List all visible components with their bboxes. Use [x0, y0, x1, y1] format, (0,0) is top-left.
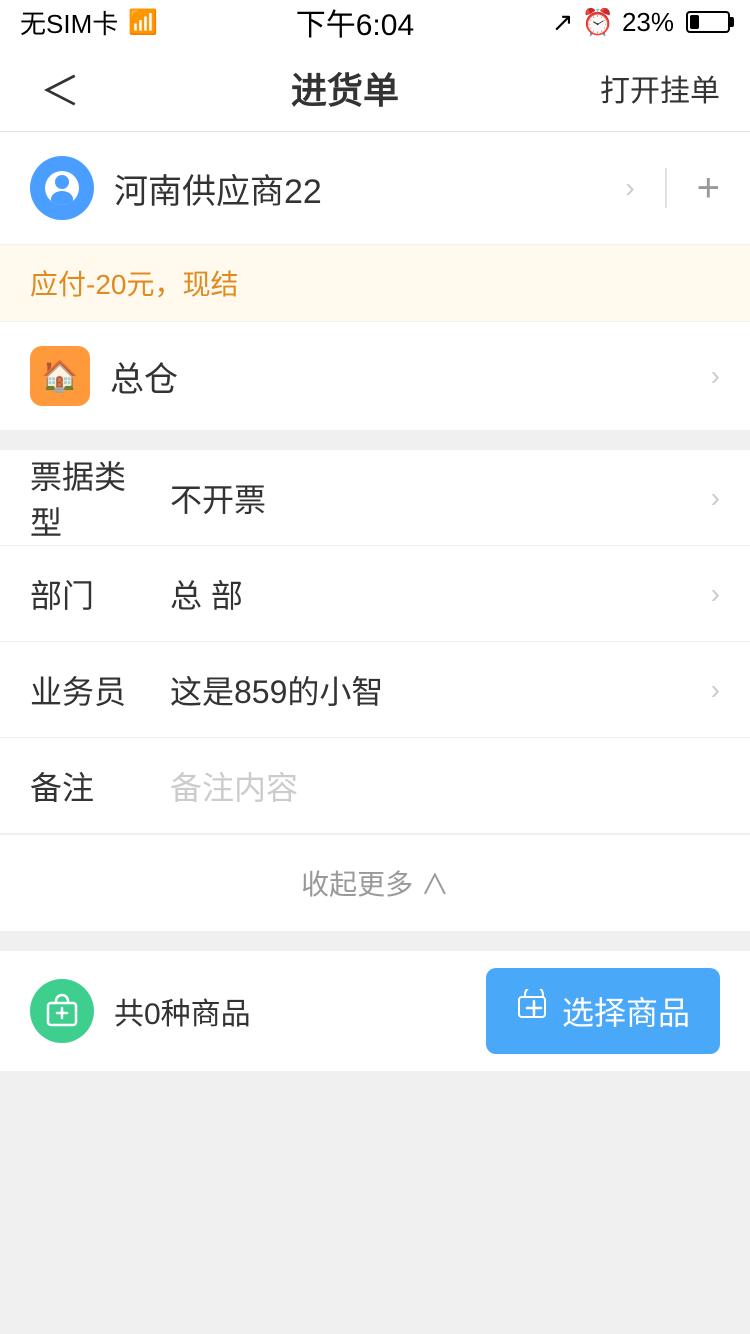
status-right: ↗ ⏰ 23% [552, 7, 730, 38]
location-icon: ↗ [552, 7, 574, 38]
main-content: 河南供应商22 › + 应付-20元，现结 🏠 总仓 › 票据类型 不开票 › … [0, 132, 750, 1334]
page-title: 进货单 [291, 62, 399, 114]
status-time: 下午6:04 [296, 0, 414, 44]
select-product-icon [516, 989, 552, 1033]
salesman-chevron-icon: › [711, 674, 720, 706]
collapse-row[interactable]: 收起更多 ∧ [0, 834, 750, 931]
wifi-icon: 📶 [128, 8, 158, 37]
invoice-type-row[interactable]: 票据类型 不开票 › [0, 450, 750, 546]
department-row[interactable]: 部门 总 部 › [0, 546, 750, 642]
back-button[interactable]: ＜ [30, 49, 90, 127]
salesman-label: 业务员 [30, 667, 150, 713]
salesman-row[interactable]: 业务员 这是859的小智 › [0, 642, 750, 738]
add-supplier-button[interactable]: + [697, 166, 720, 211]
supplier-card: 河南供应商22 › + 应付-20元，现结 🏠 总仓 › [0, 132, 750, 430]
alarm-icon: ⏰ [582, 7, 614, 38]
supplier-name: 河南供应商22 [114, 164, 625, 213]
product-count-text: 共0种商品 [114, 989, 486, 1033]
supplier-divider [665, 168, 667, 208]
carrier-label: 无SIM卡 [20, 4, 118, 41]
battery-percent: 23% [622, 7, 674, 38]
remark-row[interactable]: 备注 备注内容 [0, 738, 750, 834]
warehouse-row[interactable]: 🏠 总仓 › [0, 321, 750, 430]
supplier-avatar [30, 156, 94, 220]
notice-banner: 应付-20元，现结 [0, 245, 750, 321]
warehouse-chevron-icon: › [711, 360, 720, 392]
warehouse-name: 总仓 [110, 352, 701, 401]
select-product-label: 选择商品 [562, 988, 690, 1034]
open-pending-button[interactable]: 打开挂单 [600, 66, 720, 110]
nav-bar: ＜ 进货单 打开挂单 [0, 44, 750, 132]
supplier-chevron-icon: › [625, 172, 634, 204]
select-product-button[interactable]: 选择商品 [486, 968, 720, 1054]
salesman-value: 这是859的小智 [170, 667, 701, 713]
department-label: 部门 [30, 571, 150, 617]
invoice-type-value: 不开票 [170, 475, 701, 521]
remark-label: 备注 [30, 763, 150, 809]
avatar-person-icon [45, 171, 79, 205]
department-value: 总 部 [170, 571, 701, 617]
battery-icon [686, 11, 730, 33]
supplier-row[interactable]: 河南供应商22 › + [0, 132, 750, 245]
collapse-label: 收起更多 ∧ [301, 863, 449, 903]
status-bar: 无SIM卡 📶 下午6:04 ↗ ⏰ 23% [0, 0, 750, 44]
remark-input[interactable]: 备注内容 [170, 763, 720, 809]
bottom-bar: 共0种商品 选择商品 [0, 951, 750, 1071]
invoice-type-label: 票据类型 [30, 452, 150, 544]
department-chevron-icon: › [711, 578, 720, 610]
product-count-icon [30, 979, 94, 1043]
status-left: 无SIM卡 📶 [20, 4, 158, 41]
form-section: 票据类型 不开票 › 部门 总 部 › 业务员 这是859的小智 › 备注 备注… [0, 450, 750, 931]
invoice-type-chevron-icon: › [711, 482, 720, 514]
warehouse-icon: 🏠 [30, 346, 90, 406]
